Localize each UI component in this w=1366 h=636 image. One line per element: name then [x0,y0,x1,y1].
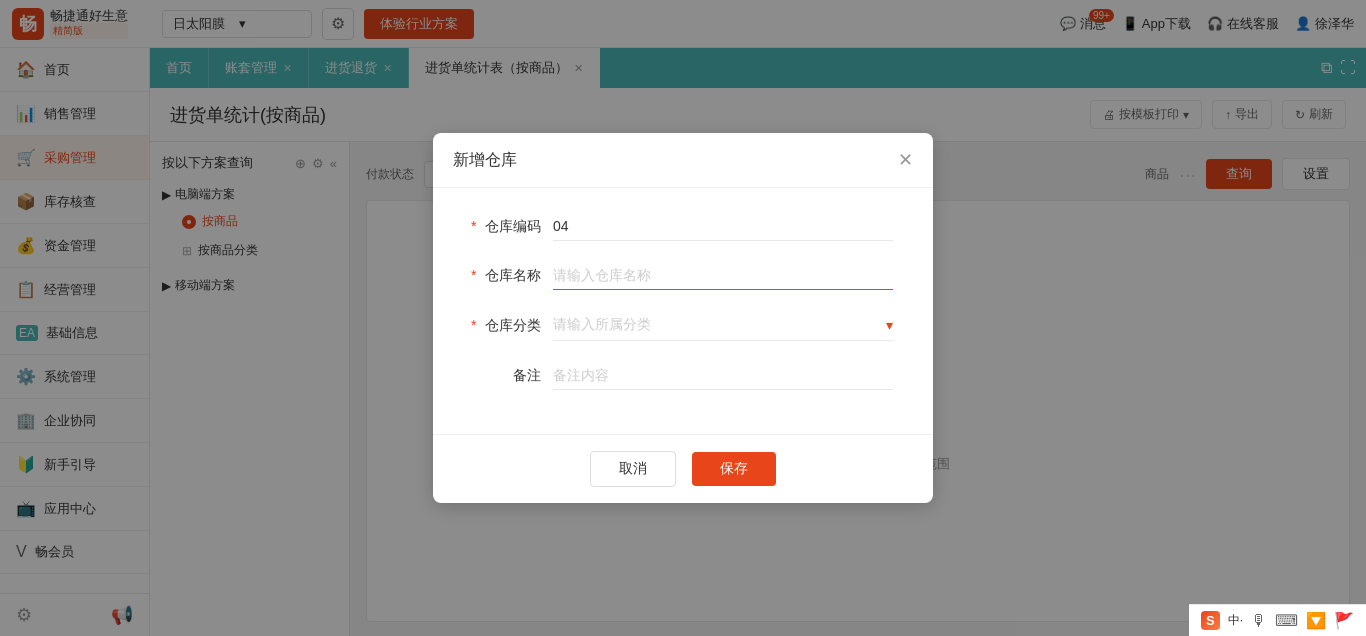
cancel-button[interactable]: 取消 [590,451,676,487]
chinese-input-label: 中· [1228,612,1243,629]
modal-footer: 取消 保存 [433,434,933,503]
form-row-remark: 备注 [473,361,893,390]
keyboard-icon[interactable]: ⌨ [1275,611,1298,630]
modal-overlay: 新增仓库 ✕ 仓库编码 仓库名称 仓库分类 [0,0,1366,636]
s-logo: S [1201,611,1220,630]
bottom-bar: S 中· 🎙 ⌨ 🔽 🚩 [1189,604,1366,636]
warehouse-name-input[interactable] [553,261,893,290]
flag-icon[interactable]: 🚩 [1334,611,1354,630]
chevron-down-icon: ▾ [886,317,893,333]
remark-input[interactable] [553,361,893,390]
save-button[interactable]: 保存 [692,452,776,486]
form-row-name: 仓库名称 [473,261,893,290]
modal-close-button[interactable]: ✕ [898,149,913,171]
warehouse-category-label: 仓库分类 [473,317,553,335]
arrow-down-icon[interactable]: 🔽 [1306,611,1326,630]
mic-icon[interactable]: 🎙 [1251,612,1267,630]
modal-title: 新增仓库 [453,150,517,171]
add-warehouse-modal: 新增仓库 ✕ 仓库编码 仓库名称 仓库分类 [433,133,933,503]
modal-header: 新增仓库 ✕ [433,133,933,188]
form-row-code: 仓库编码 [473,212,893,241]
warehouse-code-label: 仓库编码 [473,218,553,236]
remark-label: 备注 [473,367,553,385]
form-row-category: 仓库分类 请输入所属分类 ▾ [473,310,893,341]
warehouse-name-label: 仓库名称 [473,267,553,285]
modal-body: 仓库编码 仓库名称 仓库分类 请输入所属分类 ▾ [433,188,933,434]
warehouse-category-select[interactable]: 请输入所属分类 ▾ [553,310,893,341]
warehouse-code-input[interactable] [553,212,893,241]
